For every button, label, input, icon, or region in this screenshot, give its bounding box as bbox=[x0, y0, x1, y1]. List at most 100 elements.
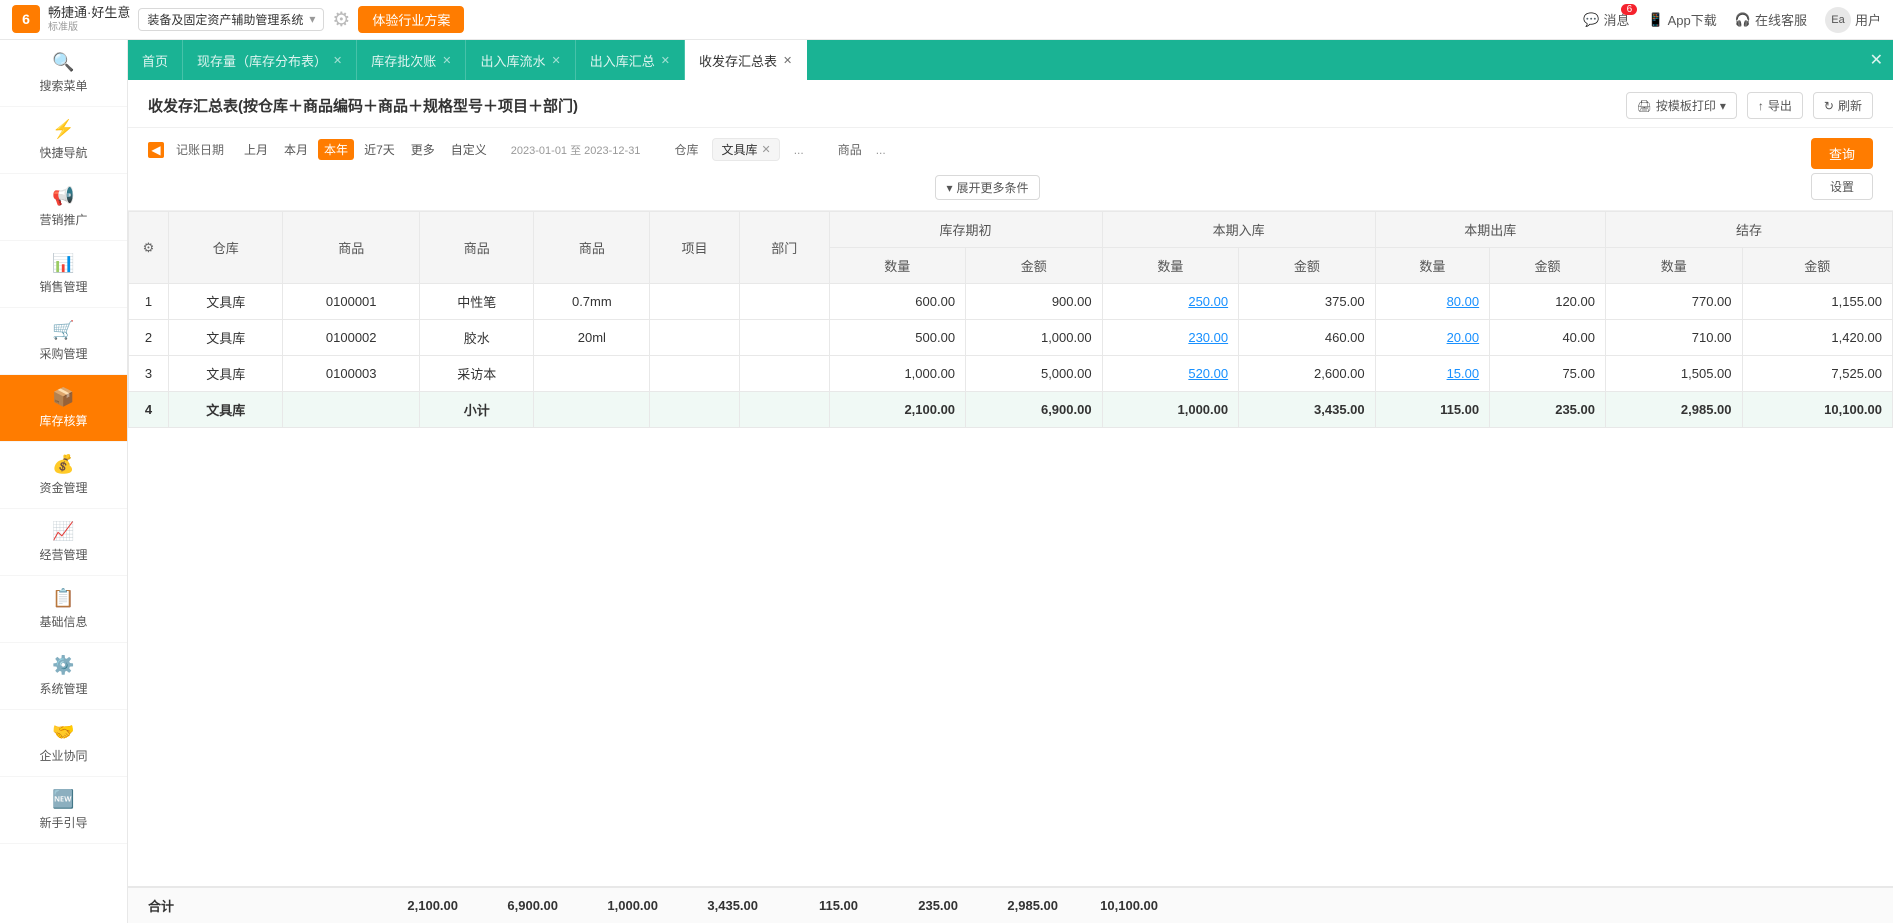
date-shortcut-current-month[interactable]: 本月 bbox=[278, 139, 314, 160]
tab-item-2[interactable]: 库存批次账✕ bbox=[357, 40, 466, 80]
sidebar-label-7: 经营管理 bbox=[39, 546, 87, 563]
sidebar-item-8[interactable]: 📋 基础信息 bbox=[0, 576, 127, 643]
table-row: 4 文具库 小计 2,100.00 6,900.00 1,000.00 3,43… bbox=[129, 392, 1893, 428]
date-shortcuts: 上月 本月 本年 近7天 更多 自定义 bbox=[238, 139, 493, 160]
cell-in-qty[interactable]: 520.00 bbox=[1102, 356, 1239, 392]
sidebar-item-9[interactable]: ⚙️ 系统管理 bbox=[0, 643, 127, 710]
sidebar-item-7[interactable]: 📈 经营管理 bbox=[0, 509, 127, 576]
sidebar-item-3[interactable]: 📊 销售管理 bbox=[0, 241, 127, 308]
app-download-btn[interactable]: 📱 App下载 bbox=[1647, 10, 1716, 29]
tab-item-1[interactable]: 现存量（库存分布表）✕ bbox=[183, 40, 357, 80]
cell-project bbox=[650, 392, 740, 428]
cell-in-qty: 1,000.00 bbox=[1102, 392, 1239, 428]
tab-close-3[interactable]: ✕ bbox=[552, 54, 561, 67]
export-button[interactable]: ↑ 导出 bbox=[1747, 92, 1803, 119]
system-selector[interactable]: 装备及固定资产辅助管理系统 bbox=[138, 8, 324, 31]
message-btn[interactable]: 💬 消息 6 bbox=[1583, 10, 1629, 29]
product-more-btn[interactable]: ... bbox=[876, 143, 886, 157]
sidebar-label-9: 系统管理 bbox=[39, 680, 87, 697]
cell-in-qty[interactable]: 230.00 bbox=[1102, 320, 1239, 356]
cell-out-qty[interactable]: 20.00 bbox=[1375, 320, 1489, 356]
user-profile[interactable]: Ea 用户 bbox=[1825, 7, 1881, 33]
cell-in-amt: 2,600.00 bbox=[1239, 356, 1376, 392]
sidebar-item-0[interactable]: 🔍 搜索菜单 bbox=[0, 40, 127, 107]
cell-warehouse: 文具库 bbox=[169, 392, 283, 428]
tab-item-4[interactable]: 出入库汇总✕ bbox=[576, 40, 685, 80]
cell-project bbox=[650, 356, 740, 392]
refresh-button[interactable]: ↻ 刷新 bbox=[1813, 92, 1873, 119]
date-shortcut-custom[interactable]: 自定义 bbox=[445, 139, 493, 160]
date-shortcut-more[interactable]: 更多 bbox=[405, 139, 441, 160]
col-in-amt: 金额 bbox=[1239, 248, 1376, 284]
sidebar-icon-1: ⚡ bbox=[52, 119, 74, 140]
user-avatar: Ea bbox=[1825, 7, 1851, 33]
cell-init-amt: 5,000.00 bbox=[966, 356, 1103, 392]
cell-dept bbox=[739, 284, 829, 320]
cell-bal-qty: 1,505.00 bbox=[1605, 356, 1742, 392]
system-settings-icon[interactable]: ⚙ bbox=[332, 7, 350, 32]
experience-button[interactable]: 体验行业方案 bbox=[358, 6, 464, 33]
chevron-down-icon: ▾ bbox=[1720, 99, 1726, 113]
print-button[interactable]: 🖨 按模板打印 ▾ bbox=[1626, 92, 1737, 119]
warehouse-tag-close[interactable]: ✕ bbox=[761, 143, 770, 156]
cell-init-qty: 500.00 bbox=[829, 320, 966, 356]
sidebar-item-10[interactable]: 🤝 企业协同 bbox=[0, 710, 127, 777]
table-row: 3 文具库 0100003 采访本 1,000.00 5,000.00 520.… bbox=[129, 356, 1893, 392]
sidebar-label-8: 基础信息 bbox=[39, 613, 87, 630]
online-service-btn[interactable]: 🎧 在线客服 bbox=[1735, 10, 1807, 29]
expand-conditions-btn[interactable]: ▾ 展开更多条件 bbox=[935, 175, 1039, 200]
app-logo: 6 bbox=[12, 5, 40, 33]
warehouse-more-btn[interactable]: ... bbox=[794, 143, 804, 157]
footer-label: 合计 bbox=[128, 896, 368, 915]
footer-in-qty: 1,000.00 bbox=[568, 898, 668, 913]
col-dept: 部门 bbox=[739, 212, 829, 284]
sidebar-item-2[interactable]: 📢 营销推广 bbox=[0, 174, 127, 241]
sidebar-item-4[interactable]: 🛒 采购管理 bbox=[0, 308, 127, 375]
date-shortcut-current-year[interactable]: 本年 bbox=[318, 139, 354, 160]
sidebar-item-11[interactable]: 🆕 新手引导 bbox=[0, 777, 127, 844]
sidebar-item-1[interactable]: ⚡ 快捷导航 bbox=[0, 107, 127, 174]
cell-init-qty: 2,100.00 bbox=[829, 392, 966, 428]
close-all-tabs-btn[interactable]: ✕ bbox=[1870, 50, 1883, 70]
date-shortcut-prev-month[interactable]: 上月 bbox=[238, 139, 274, 160]
col-out-qty: 数量 bbox=[1375, 248, 1489, 284]
table-settings-icon[interactable]: ⚙ bbox=[143, 240, 155, 255]
cell-spec bbox=[534, 392, 650, 428]
cell-warehouse: 文具库 bbox=[169, 284, 283, 320]
cell-out-amt: 235.00 bbox=[1490, 392, 1606, 428]
cell-out-qty[interactable]: 15.00 bbox=[1375, 356, 1489, 392]
query-button[interactable]: 查询 bbox=[1811, 138, 1873, 169]
cell-out-qty[interactable]: 80.00 bbox=[1375, 284, 1489, 320]
sidebar-label-0: 搜索菜单 bbox=[39, 77, 87, 94]
sidebar-icon-9: ⚙️ bbox=[52, 655, 74, 676]
cell-bal-qty: 2,985.00 bbox=[1605, 392, 1742, 428]
footer-init-amt: 6,900.00 bbox=[468, 898, 568, 913]
setting-button[interactable]: 设置 bbox=[1811, 173, 1873, 200]
date-shortcut-7days[interactable]: 近7天 bbox=[358, 139, 401, 160]
message-badge: 6 bbox=[1621, 4, 1637, 15]
system-name: 装备及固定资产辅助管理系统 bbox=[147, 11, 303, 28]
sidebar-item-6[interactable]: 💰 资金管理 bbox=[0, 442, 127, 509]
tab-item-5[interactable]: 收发存汇总表✕ bbox=[685, 40, 807, 80]
tab-close-5[interactable]: ✕ bbox=[783, 54, 792, 67]
tab-item-3[interactable]: 出入库流水✕ bbox=[466, 40, 575, 80]
col-group-bal: 结存 bbox=[1605, 212, 1892, 248]
sidebar-icon-0: 🔍 bbox=[52, 52, 74, 73]
tab-close-1[interactable]: ✕ bbox=[333, 54, 342, 67]
cell-in-qty[interactable]: 250.00 bbox=[1102, 284, 1239, 320]
filter-collapse-btn[interactable]: ◀ bbox=[148, 142, 164, 158]
warehouse-tag[interactable]: 文具库 ✕ bbox=[712, 138, 779, 161]
app-brand: 畅捷通·好生意 bbox=[48, 5, 130, 22]
sidebar-label-10: 企业协同 bbox=[39, 747, 87, 764]
tab-close-2[interactable]: ✕ bbox=[442, 54, 451, 67]
tab-close-4[interactable]: ✕ bbox=[661, 54, 670, 67]
col-project: 项目 bbox=[650, 212, 740, 284]
sidebar-icon-4: 🛒 bbox=[52, 320, 74, 341]
cell-init-qty: 600.00 bbox=[829, 284, 966, 320]
col-bal-qty: 数量 bbox=[1605, 248, 1742, 284]
cell-dept bbox=[739, 392, 829, 428]
tab-item-0[interactable]: 首页 bbox=[128, 40, 183, 80]
sidebar-item-5[interactable]: 📦 库存核算 bbox=[0, 375, 127, 442]
col-init-amt: 金额 bbox=[966, 248, 1103, 284]
sidebar-icon-5: 📦 bbox=[52, 387, 74, 408]
